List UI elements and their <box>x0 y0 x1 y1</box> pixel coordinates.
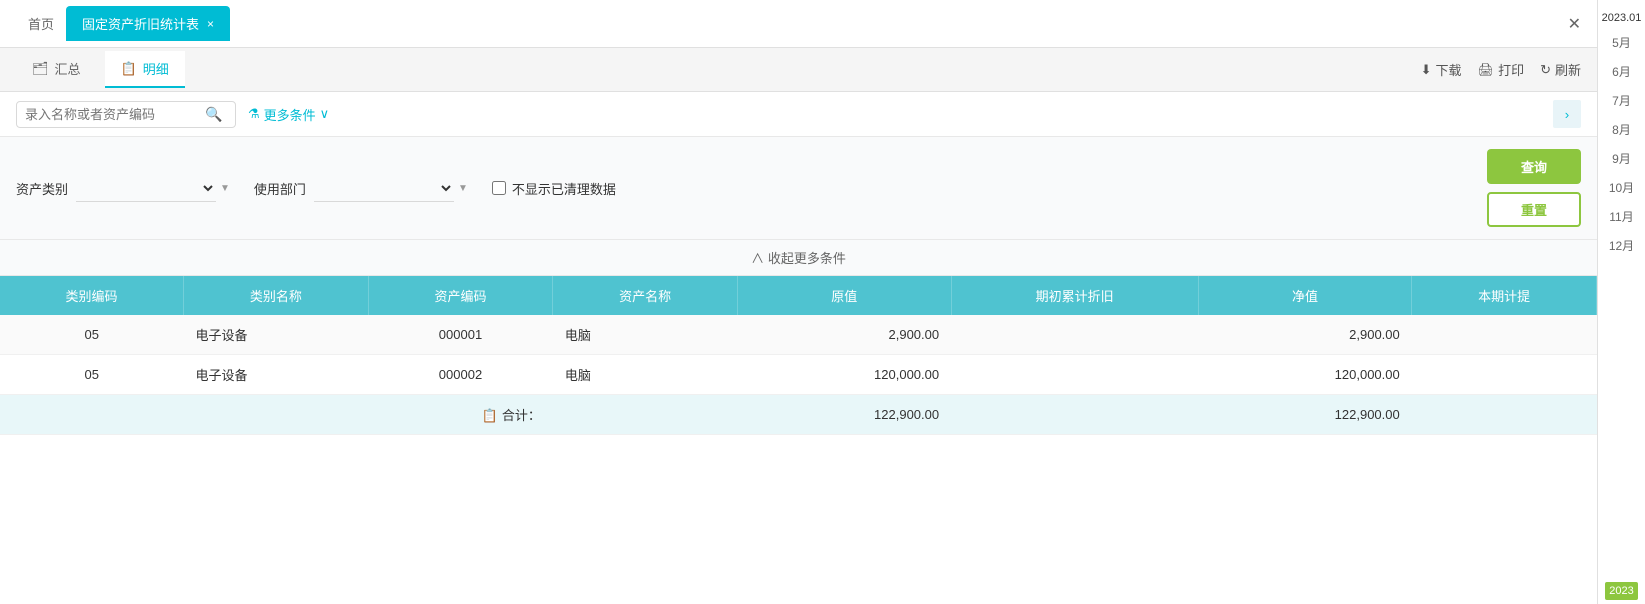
col-accumulated-depreciation: 期初累计折旧 <box>951 276 1198 315</box>
cell-current-period <box>1412 315 1597 355</box>
table-header-row: 类别编码 类别名称 资产编码 资产名称 原值 期初累计折旧 净值 本期计提 <box>0 276 1597 315</box>
tab-summary-label: 汇总 <box>55 59 81 78</box>
asset-category-select-wrap <box>76 174 230 202</box>
hide-cleared-wrap: 不显示已清理数据 <box>492 179 616 198</box>
sidebar-month-item[interactable]: 12月 <box>1607 231 1636 260</box>
sidebar-month-item[interactable]: 10月 <box>1607 173 1636 202</box>
cell-original-value: 120,000.00 <box>738 355 952 395</box>
filter-row-1: 资产类别 使用部门 不显示已清理数据 <box>16 149 1581 227</box>
close-window-button[interactable]: ✕ <box>1568 14 1581 34</box>
reset-button[interactable]: 重置 <box>1487 192 1581 227</box>
cell-category-name: 电子设备 <box>183 355 368 395</box>
sidebar-year-badge: 2023 <box>1605 582 1637 600</box>
right-sidebar: 2023.01 5月6月7月8月9月10月11月12月 2023 <box>1597 0 1645 604</box>
close-tab-icon[interactable]: × <box>207 17 214 31</box>
cell-net-value: 2,900.00 <box>1198 315 1412 355</box>
total-label-cell: 📋合计： <box>183 395 552 435</box>
total-empty-name <box>553 395 738 435</box>
sidebar-month-item[interactable]: 5月 <box>1607 28 1636 57</box>
total-accumulated <box>951 395 1198 435</box>
top-nav: 首页 固定资产折旧统计表 × ✕ <box>0 0 1597 48</box>
data-table-wrap: 类别编码 类别名称 资产编码 资产名称 原值 期初累计折旧 净值 本期计提 05… <box>0 276 1597 604</box>
sidebar-date: 2023.01 <box>1600 8 1644 28</box>
total-net-value: 122,900.00 <box>1198 395 1412 435</box>
print-icon: 🖨 <box>1478 62 1495 78</box>
more-conditions-button[interactable]: ⚗ 更多条件 ∨ <box>248 105 329 124</box>
query-button[interactable]: 查询 <box>1487 149 1581 184</box>
tab-title: 固定资产折旧统计表 <box>82 14 199 33</box>
use-department-label: 使用部门 <box>254 179 306 198</box>
col-net-value: 净值 <box>1198 276 1412 315</box>
tab-summary[interactable]: 🗂 汇总 <box>16 51 97 88</box>
print-label: 打印 <box>1498 60 1524 79</box>
asset-category-select[interactable] <box>76 174 216 202</box>
more-conditions-label: 更多条件 <box>264 105 316 124</box>
col-category-code: 类别编码 <box>0 276 183 315</box>
collapse-row: ∧ 收起更多条件 <box>0 240 1597 276</box>
cell-category-code: 05 <box>0 315 183 355</box>
active-tab[interactable]: 固定资产折旧统计表 × <box>66 6 230 41</box>
data-table: 类别编码 类别名称 资产编码 资产名称 原值 期初累计折旧 净值 本期计提 05… <box>0 276 1597 435</box>
table-row: 05 电子设备 000001 电脑 2,900.00 2,900.00 <box>0 315 1597 355</box>
filter-icon: ⚗ <box>248 106 260 122</box>
use-department-select[interactable] <box>314 174 454 202</box>
summary-icon: 🗂 <box>32 61 49 77</box>
download-icon: ⬇ <box>1421 62 1432 78</box>
cell-asset-name: 电脑 <box>553 355 738 395</box>
download-label: 下载 <box>1436 60 1462 79</box>
chevron-down-icon: ∨ <box>320 106 330 122</box>
col-current-period: 本期计提 <box>1412 276 1597 315</box>
refresh-label: 刷新 <box>1555 60 1581 79</box>
cell-current-period <box>1412 355 1597 395</box>
use-department-select-wrap <box>314 174 468 202</box>
filter-actions: 查询 重置 <box>1487 149 1581 227</box>
total-current-period <box>1412 395 1597 435</box>
download-button[interactable]: ⬇ 下载 <box>1421 60 1462 79</box>
advanced-filter: 资产类别 使用部门 不显示已清理数据 <box>0 137 1597 240</box>
table-row: 05 电子设备 000002 电脑 120,000.00 120,000.00 <box>0 355 1597 395</box>
col-original-value: 原值 <box>738 276 952 315</box>
cell-category-code: 05 <box>0 355 183 395</box>
collapse-label: 收起更多条件 <box>768 251 846 266</box>
col-asset-name: 资产名称 <box>553 276 738 315</box>
use-department-filter: 使用部门 <box>254 174 468 202</box>
hide-cleared-checkbox[interactable] <box>492 181 506 195</box>
asset-category-filter: 资产类别 <box>16 174 230 202</box>
collapse-right-button[interactable]: › <box>1553 100 1581 128</box>
sidebar-month-item[interactable]: 6月 <box>1607 57 1636 86</box>
sub-tabs-bar: 🗂 汇总 📋 明细 ⬇ 下载 🖨 打印 ↻ 刷新 <box>0 48 1597 92</box>
sidebar-month-item[interactable]: 7月 <box>1607 86 1636 115</box>
sidebar-month-item[interactable]: 11月 <box>1607 202 1636 231</box>
col-asset-code: 资产编码 <box>368 276 553 315</box>
sidebar-month-item[interactable]: 8月 <box>1607 115 1636 144</box>
cell-accumulated-depreciation <box>951 315 1198 355</box>
sidebar-month-item[interactable]: 9月 <box>1607 144 1636 173</box>
hide-cleared-label: 不显示已清理数据 <box>512 179 616 198</box>
col-category-name: 类别名称 <box>183 276 368 315</box>
print-button[interactable]: 🖨 打印 <box>1478 60 1525 79</box>
refresh-button[interactable]: ↻ 刷新 <box>1540 60 1581 79</box>
cell-original-value: 2,900.00 <box>738 315 952 355</box>
tab-detail-label: 明细 <box>143 59 169 78</box>
total-row: 📋合计： 122,900.00 122,900.00 <box>0 395 1597 435</box>
refresh-icon: ↻ <box>1540 62 1551 78</box>
total-cell-code <box>0 395 183 435</box>
cell-net-value: 120,000.00 <box>1198 355 1412 395</box>
home-nav[interactable]: 首页 <box>16 14 66 33</box>
search-icon: 🔍 <box>205 106 222 123</box>
cell-asset-code: 000002 <box>368 355 553 395</box>
total-original-value: 122,900.00 <box>738 395 952 435</box>
tab-detail[interactable]: 📋 明细 <box>105 51 185 88</box>
cell-asset-name: 电脑 <box>553 315 738 355</box>
collapse-icon: ∧ <box>751 251 764 266</box>
search-wrap: 🔍 <box>16 101 236 128</box>
cell-asset-code: 000001 <box>368 315 553 355</box>
search-input[interactable] <box>25 107 205 122</box>
collapse-conditions-button[interactable]: ∧ 收起更多条件 <box>751 251 846 266</box>
detail-icon: 📋 <box>121 61 137 77</box>
asset-category-label: 资产类别 <box>16 179 68 198</box>
filter-bar: 🔍 ⚗ 更多条件 ∨ › <box>0 92 1597 137</box>
cell-accumulated-depreciation <box>951 355 1198 395</box>
cell-category-name: 电子设备 <box>183 315 368 355</box>
